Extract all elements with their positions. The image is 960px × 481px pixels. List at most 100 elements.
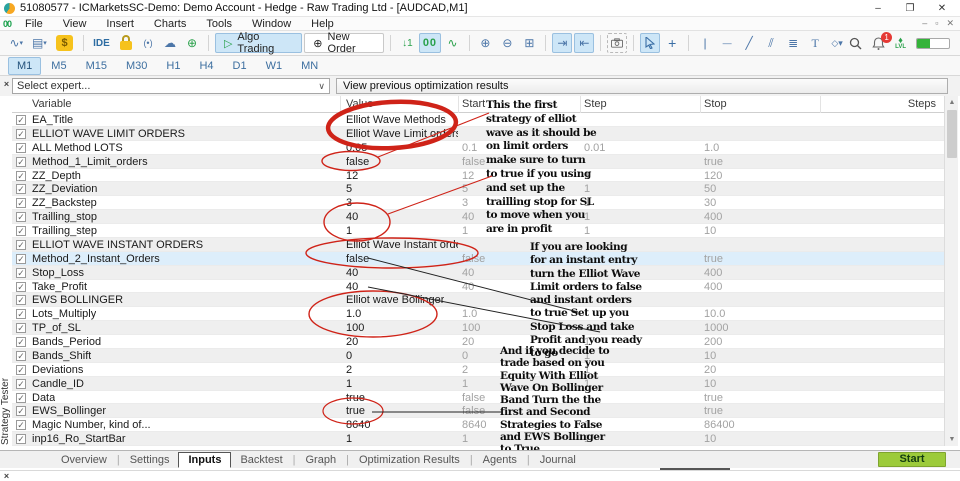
cell-stop[interactable]: true [704, 156, 723, 168]
col-step[interactable]: Step [584, 98, 607, 110]
col-value[interactable]: Value [346, 98, 373, 110]
candle-chart-icon[interactable]: 00 [419, 33, 441, 53]
menu-item[interactable]: File [19, 18, 57, 30]
row-checkbox[interactable]: ✓ [16, 267, 26, 278]
menu-item[interactable]: Charts [148, 18, 200, 30]
row-checkbox[interactable]: ✓ [16, 184, 26, 195]
cell-value[interactable]: 1 [346, 225, 352, 237]
col-stop[interactable]: Stop [704, 98, 727, 110]
cell-start[interactable]: 1 [462, 378, 468, 390]
timeframe-button[interactable]: M5 [42, 57, 75, 75]
cell-value[interactable]: 0 [346, 350, 352, 362]
cell-step[interactable]: 1 [584, 350, 590, 362]
row-checkbox[interactable]: ✓ [16, 364, 26, 375]
tester-tab[interactable]: Backtest [231, 453, 291, 467]
row-checkbox[interactable]: ✓ [16, 281, 26, 292]
table-row[interactable]: ✓ EWS_Bollinger true false true [12, 404, 944, 419]
row-checkbox[interactable]: ✓ [16, 170, 26, 181]
menu-item[interactable]: Window [246, 18, 305, 30]
community-icon[interactable]: ⊕ [182, 33, 202, 53]
cell-stop[interactable]: 200 [704, 336, 722, 348]
new-order-button[interactable]: ⊕ New Order [304, 31, 385, 55]
cell-value[interactable]: 2 [346, 364, 352, 376]
cell-value[interactable]: 5 [346, 183, 352, 195]
cell-step[interactable]: 1 [584, 336, 590, 348]
table-row[interactable]: ✓ inp16_Ro_StartBar 1 1 1 10 [12, 432, 944, 446]
cell-stop[interactable]: 10 [704, 433, 716, 445]
col-variable[interactable]: Variable [32, 98, 72, 110]
lock-icon[interactable] [115, 33, 136, 53]
tester-tab[interactable]: Graph [297, 453, 346, 467]
cell-start[interactable]: false [462, 156, 485, 168]
cell-value[interactable]: 0.05 [346, 142, 367, 154]
cell-start[interactable]: 12 [462, 170, 474, 182]
scroll-up-icon[interactable]: ▲ [945, 96, 959, 109]
step-back-icon[interactable]: ⇤ [574, 33, 595, 53]
cell-value[interactable]: 1 [346, 378, 352, 390]
channel-icon[interactable]: ⫽ [761, 33, 781, 53]
timeframe-button[interactable]: M1 [8, 56, 42, 75]
menu-item[interactable]: Help [305, 18, 348, 30]
menu-item[interactable]: Tools [200, 18, 246, 30]
cell-value[interactable]: Elliot wave Bollinger [346, 294, 444, 306]
cell-value[interactable]: false [346, 253, 369, 265]
cell-start[interactable]: 0.1 [462, 142, 477, 154]
maximize-button[interactable]: ❐ [904, 3, 916, 14]
close-button[interactable]: ✕ [936, 3, 948, 14]
mdi-restore-button[interactable]: ▫ [935, 18, 938, 29]
cell-step[interactable]: 1 [584, 364, 590, 376]
cell-start[interactable]: 1 [462, 433, 468, 445]
cloud-icon[interactable]: ☁ [160, 33, 180, 53]
table-row[interactable]: ✓ Deviations 2 2 1 20 [12, 362, 944, 377]
cell-start[interactable]: 20 [462, 336, 474, 348]
chart-type-icon[interactable]: ∿ ▾ [6, 33, 27, 53]
table-row[interactable]: ✓ EWS BOLLINGER Elliot wave Bollinger [12, 293, 944, 308]
cell-step[interactable]: 1 [584, 183, 590, 195]
table-row[interactable]: ✓ Method_1_Limit_orders false false true [12, 154, 944, 169]
table-row[interactable]: ✓ Trailling_step 1 1 1 10 [12, 224, 944, 238]
cell-value[interactable]: true [346, 405, 365, 417]
cell-step[interactable]: 1 [584, 419, 590, 431]
line-chart-icon[interactable]: ∿ [443, 33, 463, 53]
mdi-minimize-button[interactable]: – [922, 18, 927, 29]
deposit-icon[interactable]: $ [52, 33, 77, 53]
cell-stop[interactable]: 10 [704, 378, 716, 390]
minimize-button[interactable]: – [872, 3, 884, 14]
cell-stop[interactable]: 1.0 [704, 142, 719, 154]
cell-stop[interactable]: 10 [704, 350, 716, 362]
table-row[interactable]: ✓ Stop_Loss 40 40 400 [12, 265, 944, 280]
table-scrollbar[interactable]: ▲ ▼ [944, 96, 958, 446]
table-row[interactable]: ✓ ZZ_Deviation 5 5 1 50 [12, 182, 944, 197]
row-checkbox[interactable]: ✓ [16, 198, 26, 209]
cell-stop[interactable]: 86400 [704, 419, 735, 431]
table-row[interactable]: ✓ Take_Profit 40 40 400 [12, 279, 944, 294]
table-row[interactable]: ✓ ZZ_Backstep 3 3 1 30 [12, 196, 944, 211]
cell-value[interactable]: 8640 [346, 419, 370, 431]
timeframe-button[interactable]: W1 [257, 57, 292, 75]
cell-stop[interactable]: true [704, 392, 723, 404]
zoom-in-icon[interactable]: ⊕ [475, 33, 495, 53]
cell-start[interactable]: 3 [462, 197, 468, 209]
cell-stop[interactable]: 10 [704, 225, 716, 237]
table-row[interactable]: ✓ Data true false true [12, 390, 944, 405]
menu-item[interactable]: Insert [100, 18, 148, 30]
table-row[interactable]: ✓ Bands_Period 20 20 1 200 [12, 335, 944, 349]
timeframe-button[interactable]: D1 [224, 57, 256, 75]
cell-value[interactable]: 100 [346, 322, 364, 334]
tester-tab[interactable]: Agents [474, 453, 526, 467]
horizontal-line-icon[interactable]: — [717, 33, 737, 53]
table-row[interactable]: ✓ Lots_Multiply 1.0 1.0 10.0 [12, 307, 944, 322]
table-row[interactable]: ✓ EA_Title Elliot Wave Methods [12, 113, 944, 127]
row-checkbox[interactable]: ✓ [16, 434, 26, 445]
cell-value[interactable]: Elliot Wave Methods [346, 114, 446, 126]
cell-step[interactable]: 1 [584, 197, 590, 209]
cell-start[interactable]: 5 [462, 183, 468, 195]
step-forward-icon[interactable]: ⇥ [552, 33, 573, 53]
tester-tab[interactable]: Journal [531, 453, 585, 467]
cell-stop[interactable]: true [704, 253, 723, 265]
cell-start[interactable]: 0 [462, 350, 468, 362]
timeframe-button[interactable]: M30 [117, 57, 156, 75]
cell-stop[interactable]: 10.0 [704, 308, 725, 320]
timeframe-button[interactable]: H4 [190, 57, 222, 75]
cell-value[interactable]: 40 [346, 267, 358, 279]
